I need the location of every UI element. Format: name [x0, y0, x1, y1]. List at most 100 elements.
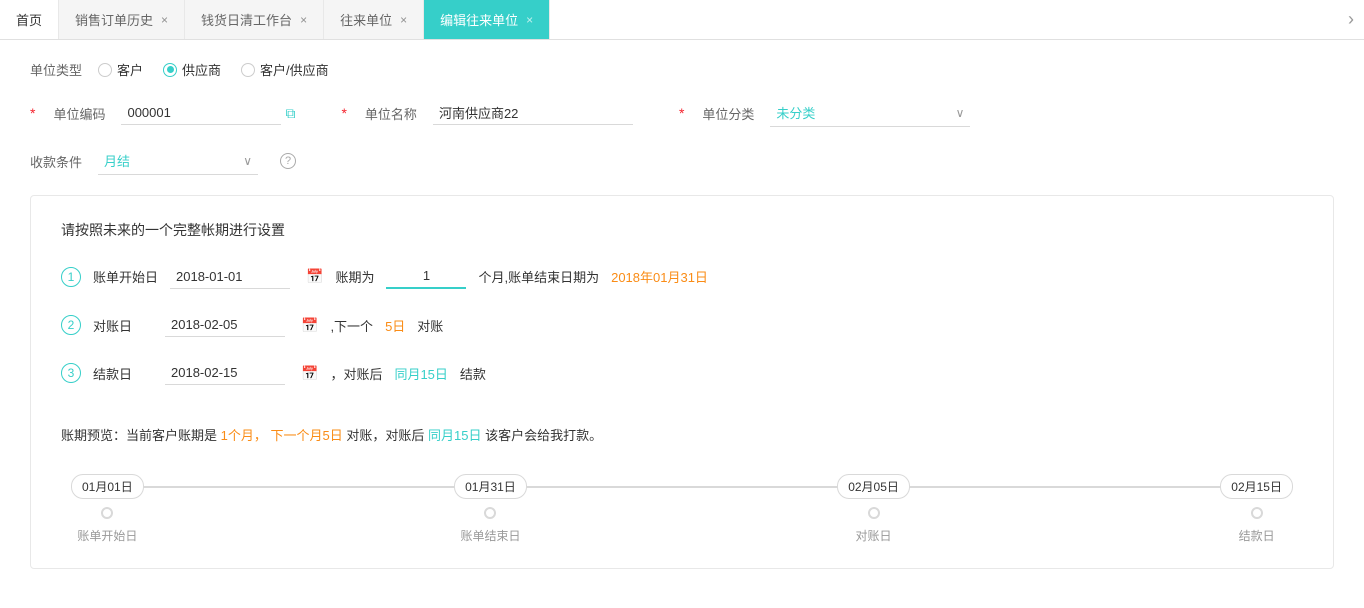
main-content: 单位类型 客户 供应商 客户/供应商 * 单位编码 ⧉ * 单位名称 [0, 40, 1364, 608]
start-date-input[interactable] [170, 265, 290, 289]
unit-name-input[interactable] [433, 101, 633, 125]
unit-type-radio-group: 客户 供应商 客户/供应商 [98, 60, 329, 79]
setting-row-2: 2 对账日 📅 ,下一个 5日 对账 [61, 313, 1303, 337]
timeline-bubble-0: 01月01日 [71, 474, 144, 499]
timeline-point-3: 02月15日 结款日 [1220, 474, 1293, 544]
setting-row-1: 1 账单开始日 📅 账期为 个月,账单结束日期为 2018年01月31日 [61, 264, 1303, 289]
reconcile-date-cal-icon[interactable]: 📅 [301, 317, 318, 334]
payment-terms-help-icon[interactable]: ? [280, 153, 296, 169]
reconcile-date-input[interactable] [165, 313, 285, 337]
tab-sales-history-close[interactable]: × [161, 13, 168, 27]
expand-icon: › [1348, 9, 1354, 30]
setting-row-3: 3 结款日 📅 ，对账后 同月15日 结款 [61, 361, 1303, 385]
unit-type-label: 单位类型 [30, 60, 82, 79]
tab-edit-partner-label: 编辑往来单位 [440, 10, 518, 29]
unit-code-input[interactable] [121, 101, 281, 125]
radio-supplier-circle [163, 63, 177, 77]
reconcile-day: 5日 [385, 316, 405, 335]
tab-sales-history-label: 销售订单历史 [75, 10, 153, 29]
preview-suffix: 该客户会给我打款。 [485, 428, 602, 443]
unit-cat-required: * [679, 105, 684, 121]
tab-cash-work[interactable]: 钱货日清工作台 × [185, 0, 324, 39]
row-num-1: 1 [61, 267, 81, 287]
preview-prefix: 账期预览：当前客户账期是 [61, 428, 217, 443]
timeline: 01月01日 账单开始日 01月31日 账单结束日 02月05日 对账日 [71, 474, 1293, 544]
timeline-point-1: 01月31日 账单结束日 [454, 474, 527, 544]
radio-supplier[interactable]: 供应商 [163, 60, 221, 79]
tab-sales-history[interactable]: 销售订单历史 × [59, 0, 185, 39]
row-label-3: 结款日 [93, 364, 153, 383]
tab-home[interactable]: 首页 [0, 0, 59, 39]
radio-both-circle [241, 63, 255, 77]
payment-date-cal-icon[interactable]: 📅 [301, 365, 318, 382]
payment-terms-select[interactable]: 月结 ∨ [98, 147, 258, 175]
start-date-cal-icon[interactable]: 📅 [306, 268, 323, 285]
timeline-dot-2 [868, 507, 880, 519]
tab-cash-work-label: 钱货日清工作台 [201, 10, 292, 29]
radio-customer-label: 客户 [117, 60, 143, 79]
preview-middle: 对账，对账后 [346, 428, 424, 443]
radio-customer-circle [98, 63, 112, 77]
tab-home-label: 首页 [16, 10, 42, 29]
card-title: 请按照未来的一个完整帐期进行设置 [61, 220, 1303, 240]
row-label-2: 对账日 [93, 316, 153, 335]
timeline-label-0: 账单开始日 [77, 527, 137, 544]
radio-supplier-label: 供应商 [182, 60, 221, 79]
radio-both-label: 客户/供应商 [260, 60, 329, 79]
reconcile-prefix: ,下一个 [330, 316, 373, 335]
reconcile-suffix: 对账 [417, 316, 443, 335]
row-num-3: 3 [61, 363, 81, 383]
tab-edit-partner[interactable]: 编辑往来单位 × [424, 0, 550, 39]
preview-part3: 同月15日 [428, 428, 481, 443]
timeline-bubble-2: 02月05日 [837, 474, 910, 499]
preview-part2: 下一个月5日 [271, 428, 343, 443]
unit-cat-select[interactable]: 未分类 ∨ [770, 99, 970, 127]
unit-cat-label: 单位分类 [702, 104, 754, 123]
payment-day: 同月15日 [394, 364, 447, 383]
timeline-point-0: 01月01日 账单开始日 [71, 474, 144, 544]
payment-terms-row: 收款条件 月结 ∨ ? [30, 147, 1334, 175]
row-num-2: 2 [61, 315, 81, 335]
tab-partner-unit-label: 往来单位 [340, 10, 392, 29]
month-input[interactable] [386, 264, 466, 289]
unit-code-wrapper: ⧉ [121, 101, 295, 125]
timeline-bubble-3: 02月15日 [1220, 474, 1293, 499]
timeline-bubble-1: 01月31日 [454, 474, 527, 499]
radio-both[interactable]: 客户/供应商 [241, 60, 329, 79]
tab-partner-unit-close[interactable]: × [400, 13, 407, 27]
tab-cash-work-close[interactable]: × [300, 13, 307, 27]
payment-terms-label: 收款条件 [30, 152, 82, 171]
tab-partner-unit[interactable]: 往来单位 × [324, 0, 424, 39]
tab-edit-partner-close[interactable]: × [526, 13, 533, 27]
radio-customer[interactable]: 客户 [98, 60, 143, 79]
payment-date-input[interactable] [165, 361, 285, 385]
payment-terms-value: 月结 [104, 151, 243, 170]
payment-suffix: 结款 [460, 364, 486, 383]
unit-code-required: * [30, 105, 35, 121]
unit-name-wrapper [433, 101, 633, 125]
payment-terms-arrow-icon: ∨ [243, 154, 252, 168]
period-text: 账期为 [335, 267, 374, 286]
unit-cat-arrow-icon: ∨ [956, 106, 965, 120]
timeline-dot-1 [484, 507, 496, 519]
tabs-bar: 首页 销售订单历史 × 钱货日清工作台 × 往来单位 × 编辑往来单位 × › [0, 0, 1364, 40]
unit-name-label: 单位名称 [365, 104, 417, 123]
timeline-dot-3 [1251, 507, 1263, 519]
preview-section: 账期预览：当前客户账期是 1个月， 下一个月5日 对账，对账后 同月15日 该客… [61, 409, 1303, 544]
timeline-points: 01月01日 账单开始日 01月31日 账单结束日 02月05日 对账日 [71, 474, 1293, 544]
timeline-label-3: 结款日 [1239, 527, 1275, 544]
row-label-1: 账单开始日 [93, 267, 158, 286]
timeline-dot-0 [101, 507, 113, 519]
end-date-prefix: 个月,账单结束日期为 [478, 267, 599, 286]
unit-cat-value: 未分类 [776, 103, 955, 122]
unit-name-required: * [341, 105, 346, 121]
unit-type-row: 单位类型 客户 供应商 客户/供应商 [30, 60, 1334, 79]
timeline-point-2: 02月05日 对账日 [837, 474, 910, 544]
card-section: 请按照未来的一个完整帐期进行设置 1 账单开始日 📅 账期为 个月,账单结束日期… [30, 195, 1334, 569]
unit-code-label: 单位编码 [53, 104, 105, 123]
preview-part1: 1个月， [221, 428, 267, 443]
timeline-label-1: 账单结束日 [460, 527, 520, 544]
unit-code-copy-icon[interactable]: ⧉ [285, 105, 295, 122]
timeline-label-2: 对账日 [856, 527, 892, 544]
tabs-expand-button[interactable]: › [1338, 0, 1364, 39]
